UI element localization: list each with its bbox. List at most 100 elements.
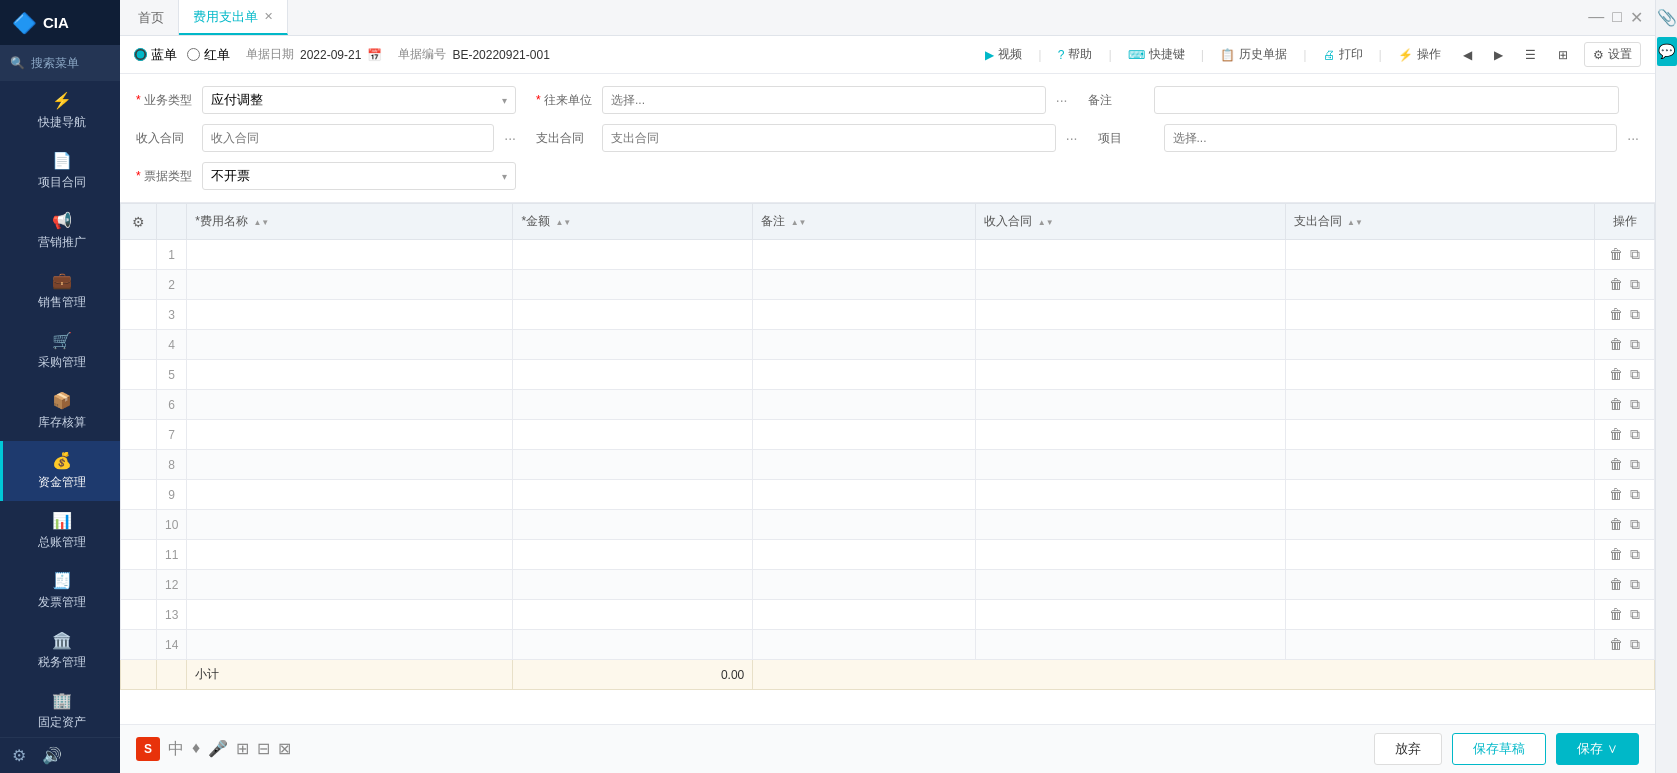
expense-contract-cell[interactable] [1285,540,1594,570]
sidebar-item-marketing[interactable]: 📢营销推广 [0,201,120,261]
sidebar-item-invoice[interactable]: 🧾发票管理 [0,561,120,621]
amount-cell[interactable] [513,390,753,420]
note-cell[interactable] [753,570,976,600]
action-video[interactable]: ▶ 视频 [979,44,1028,65]
income-contract-cell[interactable] [976,330,1285,360]
expense-name-cell[interactable] [187,360,513,390]
amount-cell[interactable] [513,300,753,330]
action-shortcut[interactable]: ⌨ 快捷键 [1122,44,1191,65]
view-grid[interactable]: ⊞ [1552,46,1574,64]
expense-name-cell[interactable] [187,570,513,600]
expense-contract-cell[interactable] [1285,390,1594,420]
settings-icon[interactable]: ⚙ [12,746,26,765]
invoice-type-select[interactable]: 不开票 ▾ [202,162,516,190]
delete-icon[interactable]: 🗑 [1609,426,1623,442]
delete-icon[interactable]: 🗑 [1609,636,1623,652]
copy-icon[interactable]: ⧉ [1630,606,1640,622]
amount-cell[interactable] [513,510,753,540]
partner-dots-icon[interactable]: ··· [1056,92,1068,108]
income-contract-cell[interactable] [976,570,1285,600]
sidebar-item-project-contract[interactable]: 📄项目合同 [0,141,120,201]
expense-name-cell[interactable] [187,240,513,270]
note-cell[interactable] [753,360,976,390]
delete-icon[interactable]: 🗑 [1609,456,1623,472]
sidebar-item-tax[interactable]: 🏛️税务管理 [0,621,120,681]
income-contract-cell[interactable] [976,540,1285,570]
th-expense-name[interactable]: *费用名称 ▲▼ [187,204,513,240]
income-contract-dots-icon[interactable]: ··· [504,130,516,146]
income-contract-cell[interactable] [976,240,1285,270]
delete-icon[interactable]: 🗑 [1609,486,1623,502]
note-cell[interactable] [753,480,976,510]
copy-icon[interactable]: ⧉ [1630,426,1640,442]
amount-cell[interactable] [513,480,753,510]
expense-name-cell[interactable] [187,600,513,630]
note-cell[interactable] [753,330,976,360]
chat-icon[interactable]: 💬 [1657,37,1677,66]
expense-contract-cell[interactable] [1285,360,1594,390]
blue-bill-radio[interactable]: 蓝单 [134,46,177,64]
note-cell[interactable] [753,600,976,630]
tab-home[interactable]: 首页 [124,0,179,35]
red-bill-radio[interactable]: 红单 [187,46,230,64]
copy-icon[interactable]: ⧉ [1630,276,1640,292]
income-contract-cell[interactable] [976,270,1285,300]
set-button[interactable]: ⚙ 设置 [1584,42,1641,67]
delete-icon[interactable]: 🗑 [1609,306,1623,322]
income-contract-input[interactable] [202,124,494,152]
sort-note[interactable]: ▲▼ [791,219,807,227]
sidebar-item-purchase[interactable]: 🛒采购管理 [0,321,120,381]
save-button[interactable]: 保存 ∨ [1556,733,1639,765]
delete-icon[interactable]: 🗑 [1609,246,1623,262]
expense-contract-input[interactable] [602,124,1056,152]
delete-icon[interactable]: 🗑 [1609,396,1623,412]
amount-cell[interactable] [513,270,753,300]
income-contract-cell[interactable] [976,510,1285,540]
window-maximize[interactable]: □ [1612,8,1622,27]
income-contract-cell[interactable] [976,420,1285,450]
income-contract-cell[interactable] [976,360,1285,390]
expense-name-cell[interactable] [187,450,513,480]
tool-grid1[interactable]: ⊞ [236,739,249,760]
sidebar-item-sales[interactable]: 💼销售管理 [0,261,120,321]
expense-contract-dots-icon[interactable]: ··· [1066,130,1078,146]
delete-icon[interactable]: 🗑 [1609,336,1623,352]
sort-income-contract[interactable]: ▲▼ [1038,219,1054,227]
nav-next[interactable]: ▶ [1488,46,1509,64]
th-amount[interactable]: *金额 ▲▼ [513,204,753,240]
attachment-icon[interactable]: 📎 [1657,8,1677,27]
note-cell[interactable] [753,510,976,540]
copy-icon[interactable]: ⧉ [1630,486,1640,502]
expense-name-cell[interactable] [187,540,513,570]
copy-icon[interactable]: ⧉ [1630,576,1640,592]
tool-mic[interactable]: 🎤 [208,739,228,760]
note-input[interactable] [1154,86,1620,114]
income-contract-cell[interactable] [976,630,1285,660]
amount-cell[interactable] [513,600,753,630]
copy-icon[interactable]: ⧉ [1630,306,1640,322]
expense-contract-cell[interactable] [1285,270,1594,300]
action-history[interactable]: 📋 历史单据 [1214,44,1293,65]
income-contract-cell[interactable] [976,450,1285,480]
amount-cell[interactable] [513,360,753,390]
delete-icon[interactable]: 🗑 [1609,516,1623,532]
note-cell[interactable] [753,390,976,420]
copy-icon[interactable]: ⧉ [1630,456,1640,472]
th-income-contract[interactable]: 收入合同 ▲▼ [976,204,1285,240]
delete-icon[interactable]: 🗑 [1609,606,1623,622]
sidebar-search[interactable]: 🔍 搜索菜单 [0,45,120,81]
window-close[interactable]: ✕ [1630,8,1643,27]
project-dots-icon[interactable]: ··· [1627,130,1639,146]
tab-expense-close[interactable]: ✕ [264,10,273,23]
expense-contract-cell[interactable] [1285,420,1594,450]
note-cell[interactable] [753,420,976,450]
discard-button[interactable]: 放弃 [1374,733,1442,765]
delete-icon[interactable]: 🗑 [1609,366,1623,382]
copy-icon[interactable]: ⧉ [1630,546,1640,562]
sidebar-item-inventory[interactable]: 📦库存核算 [0,381,120,441]
income-contract-cell[interactable] [976,600,1285,630]
income-contract-cell[interactable] [976,390,1285,420]
th-note[interactable]: 备注 ▲▼ [753,204,976,240]
expense-name-cell[interactable] [187,480,513,510]
expense-contract-cell[interactable] [1285,240,1594,270]
